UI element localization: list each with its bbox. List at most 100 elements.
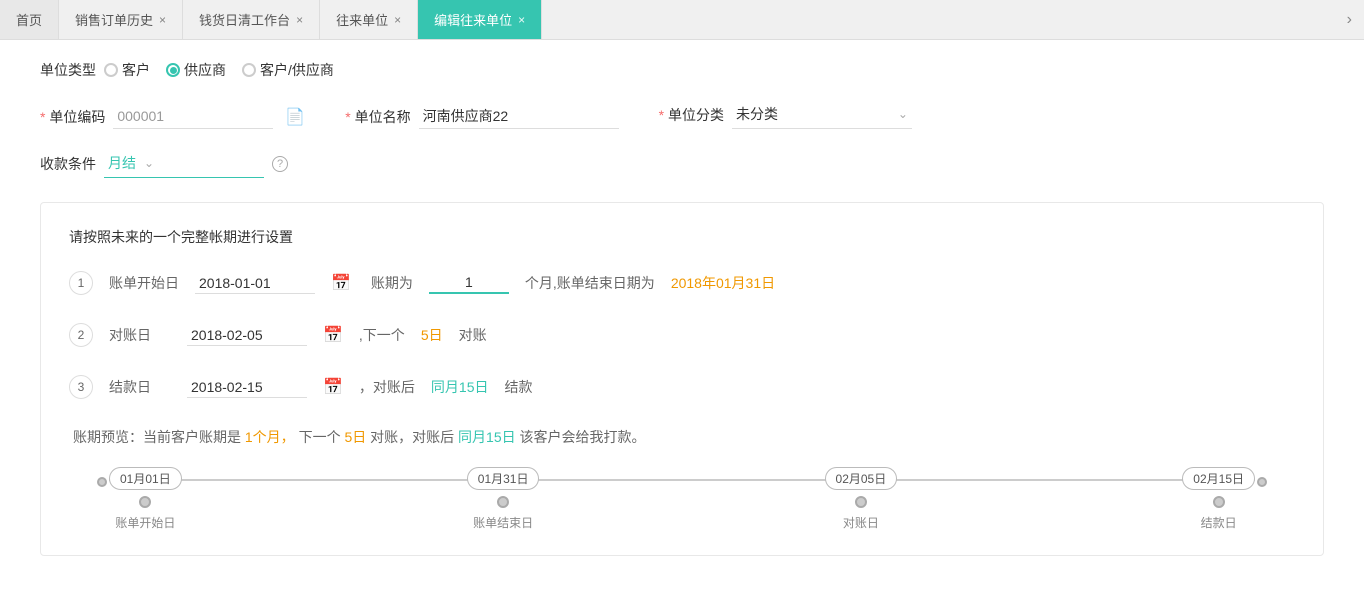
timeline-label-1: 01月01日 bbox=[109, 467, 182, 490]
timeline-point-3: 02月05日 对账日 bbox=[825, 467, 898, 531]
unit-name-input[interactable]: 河南供应商22 bbox=[419, 104, 619, 129]
preview-highlight2: 5日 bbox=[344, 429, 366, 445]
step-2-date-input[interactable] bbox=[187, 325, 307, 346]
timeline-point-2: 01月31日 账单结束日 bbox=[467, 467, 540, 531]
unit-category-group: 单位分类 未分类 ⌄ bbox=[659, 100, 912, 129]
radio-customer-supplier[interactable]: 客户/供应商 bbox=[242, 60, 334, 80]
help-icon[interactable]: ? bbox=[272, 156, 288, 172]
tab-partner-units-close[interactable]: × bbox=[394, 13, 401, 27]
card-instruction: 请按照未来的一个完整帐期进行设置 bbox=[69, 227, 1295, 247]
tab-sales-order-history[interactable]: 销售订单历史 × bbox=[59, 0, 183, 39]
timeline-desc-3: 对账日 bbox=[843, 514, 879, 531]
step-2-number: 2 bbox=[69, 323, 93, 347]
preview-highlight3: 同月15日 bbox=[458, 429, 516, 445]
payment-condition-select[interactable]: 月结 ⌄ bbox=[104, 149, 264, 178]
timeline-point-1: 01月01日 账单开始日 bbox=[109, 467, 182, 531]
payment-condition-group: 收款条件 月结 ⌄ ? bbox=[40, 149, 288, 178]
timeline-label-2: 01月31日 bbox=[467, 467, 540, 490]
step-1-period-input[interactable] bbox=[429, 272, 509, 294]
tab-sales-order-history-close[interactable]: × bbox=[159, 13, 166, 27]
unit-name-group: 单位名称 河南供应商22 bbox=[345, 104, 618, 129]
unit-category-select[interactable]: 未分类 ⌄ bbox=[732, 100, 912, 129]
step-1-label: 账单开始日 bbox=[109, 273, 179, 293]
tab-partner-units-label: 往来单位 bbox=[336, 10, 388, 29]
radio-customer-supplier-label: 客户/供应商 bbox=[260, 60, 334, 80]
timeline-dot-3 bbox=[855, 496, 867, 508]
step-3-desc-suffix: 结款 bbox=[505, 377, 533, 397]
timeline-label-4: 02月15日 bbox=[1182, 467, 1255, 490]
tab-partner-units[interactable]: 往来单位 × bbox=[320, 0, 418, 39]
calendar-copy-icon[interactable]: 📄 bbox=[285, 107, 305, 127]
tab-expand-button[interactable]: › bbox=[1335, 0, 1364, 39]
step-3-calendar-icon[interactable]: 📅 bbox=[323, 377, 343, 397]
unit-category-label: 单位分类 bbox=[659, 105, 724, 125]
tab-home-label: 首页 bbox=[16, 10, 42, 29]
step-2-row: 2 对账日 📅 ,下一个 5日 对账 bbox=[69, 323, 1295, 347]
step-3-date-input[interactable] bbox=[187, 377, 307, 398]
preview-suffix: 该客户会给我打款。 bbox=[520, 429, 646, 445]
tab-sales-order-history-label: 销售订单历史 bbox=[75, 10, 153, 29]
timeline-dot-1 bbox=[139, 496, 151, 508]
timeline-dot-4 bbox=[1213, 496, 1225, 508]
unit-category-chevron-icon: ⌄ bbox=[898, 107, 908, 121]
step-1-calendar-icon[interactable]: 📅 bbox=[331, 273, 351, 293]
step-2-highlight: 5日 bbox=[421, 325, 443, 345]
step-1-row: 1 账单开始日 📅 账期为 个月,账单结束日期为 2018年01月31日 bbox=[69, 271, 1295, 295]
tab-edit-partner-units-close[interactable]: × bbox=[518, 13, 525, 27]
step-1-number: 1 bbox=[69, 271, 93, 295]
tab-bar: 首页 销售订单历史 × 钱货日清工作台 × 往来单位 × 编辑往来单位 × › bbox=[0, 0, 1364, 40]
payment-condition-label: 收款条件 bbox=[40, 154, 96, 174]
timeline-dot-2 bbox=[497, 496, 509, 508]
preview-prefix: 账期预览：当前客户账期是 bbox=[73, 429, 241, 445]
unit-name-label: 单位名称 bbox=[345, 107, 410, 127]
preview-highlight1: 1个月， bbox=[245, 429, 295, 445]
step-1-period-unit: 个月,账单结束日期为 bbox=[525, 273, 655, 293]
step-3-desc-prefix: ，对账后 bbox=[359, 377, 415, 397]
unit-code-group: 单位编码 000001 📄 bbox=[40, 104, 305, 129]
tab-edit-partner-units[interactable]: 编辑往来单位 × bbox=[418, 0, 542, 39]
unit-type-label: 单位类型 bbox=[40, 60, 96, 80]
radio-supplier[interactable]: 供应商 bbox=[166, 60, 226, 80]
timeline-desc-4: 结款日 bbox=[1201, 514, 1237, 531]
preview-middle1: 下一个 bbox=[299, 429, 341, 445]
step-2-desc-suffix: 对账 bbox=[459, 325, 487, 345]
settings-card: 请按照未来的一个完整帐期进行设置 1 账单开始日 📅 账期为 个月,账单结束日期… bbox=[40, 202, 1324, 556]
unit-type-group: 单位类型 客户 供应商 客户/供应商 bbox=[40, 60, 334, 80]
timeline-desc-1: 账单开始日 bbox=[115, 514, 175, 531]
main-content: 单位类型 客户 供应商 客户/供应商 单位编码 000001 bbox=[0, 40, 1364, 608]
radio-customer-circle bbox=[104, 63, 118, 77]
tab-cash-goods-workbench[interactable]: 钱货日清工作台 × bbox=[183, 0, 320, 39]
timeline-desc-2: 账单结束日 bbox=[473, 514, 533, 531]
payment-condition-value: 月结 bbox=[108, 153, 136, 173]
unit-category-value: 未分类 bbox=[736, 104, 890, 124]
timeline-label-3: 02月05日 bbox=[825, 467, 898, 490]
preview-section: 账期预览：当前客户账期是 1个月， 下一个 5日 对账，对账后 同月15日 该客… bbox=[69, 427, 1295, 447]
tab-edit-partner-units-label: 编辑往来单位 bbox=[434, 10, 512, 29]
payment-condition-chevron-icon: ⌄ bbox=[144, 156, 154, 170]
tab-cash-goods-workbench-close[interactable]: × bbox=[296, 13, 303, 27]
preview-middle2: 对账，对账后 bbox=[370, 429, 454, 445]
unit-code-label: 单位编码 bbox=[40, 107, 105, 127]
radio-customer[interactable]: 客户 bbox=[104, 60, 150, 80]
radio-supplier-label: 供应商 bbox=[184, 60, 226, 80]
payment-condition-row: 收款条件 月结 ⌄ ? bbox=[40, 149, 1324, 178]
timeline-line bbox=[109, 479, 1255, 481]
timeline-start-dot bbox=[97, 477, 107, 487]
step-1-separator: 账期为 bbox=[371, 273, 413, 293]
tab-home[interactable]: 首页 bbox=[0, 0, 59, 39]
step-3-row: 3 结款日 📅 ，对账后 同月15日 结款 bbox=[69, 375, 1295, 399]
radio-customer-supplier-circle bbox=[242, 63, 256, 77]
unit-info-row: 单位编码 000001 📄 单位名称 河南供应商22 单位分类 未分类 ⌄ bbox=[40, 100, 1324, 129]
step-1-date-input[interactable] bbox=[195, 273, 315, 294]
step-1-end-date: 2018年01月31日 bbox=[671, 273, 775, 293]
tab-cash-goods-workbench-label: 钱货日清工作台 bbox=[199, 10, 290, 29]
step-3-highlight: 同月15日 bbox=[431, 377, 489, 397]
radio-customer-label: 客户 bbox=[122, 60, 150, 80]
timeline-point-4: 02月15日 结款日 bbox=[1182, 467, 1255, 531]
unit-type-row: 单位类型 客户 供应商 客户/供应商 bbox=[40, 60, 1324, 80]
step-3-label: 结款日 bbox=[109, 377, 151, 397]
unit-code-input[interactable]: 000001 bbox=[113, 104, 273, 129]
step-2-desc-prefix: ,下一个 bbox=[359, 325, 405, 345]
step-2-calendar-icon[interactable]: 📅 bbox=[323, 325, 343, 345]
radio-supplier-circle bbox=[166, 63, 180, 77]
